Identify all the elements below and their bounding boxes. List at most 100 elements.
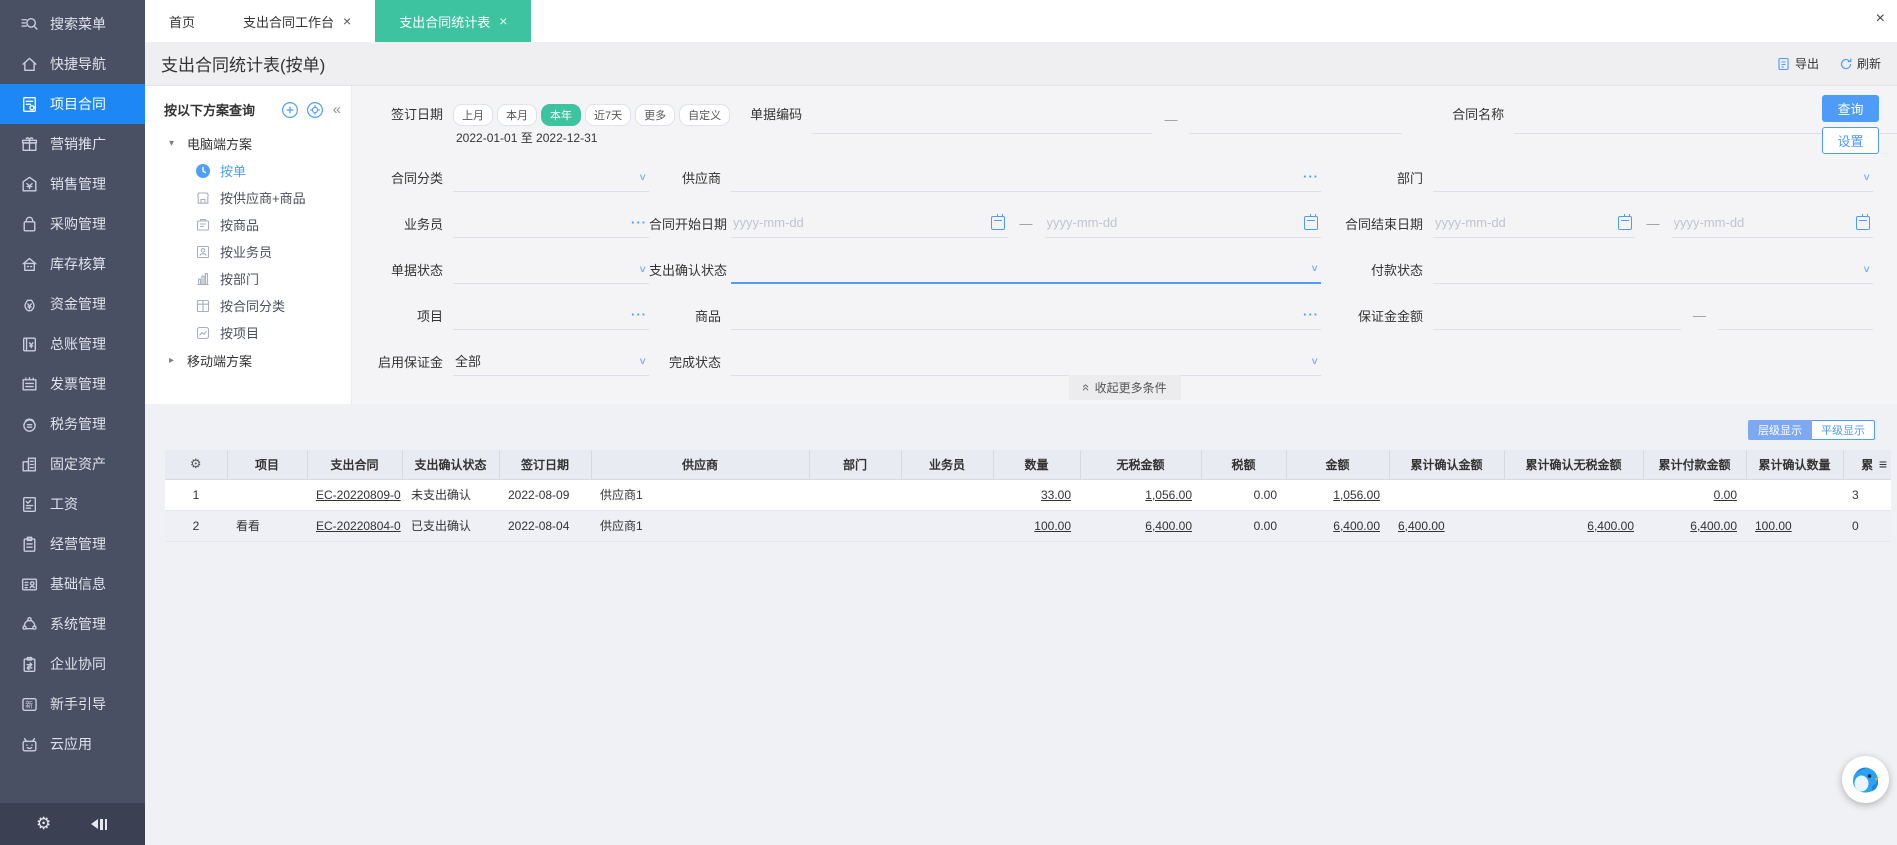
sidebar-item-operations-mgmt[interactable]: 经营管理 xyxy=(0,524,145,564)
close-icon[interactable]: × xyxy=(1876,10,1885,28)
scheme-item-by-supplier-goods[interactable]: 按供应商+商品 xyxy=(145,184,351,211)
scheme-group-collapsed[interactable]: ▸ 移动端方案 xyxy=(145,346,351,374)
contract-end-date-to-input[interactable] xyxy=(1671,215,1873,230)
cell-link[interactable]: 0.00 xyxy=(1714,488,1737,502)
cell-link[interactable]: 33.00 xyxy=(1041,488,1071,502)
settings-gear-icon[interactable]: ⚙ xyxy=(36,814,51,834)
contract-end-date-from-input[interactable] xyxy=(1433,215,1635,230)
project-input[interactable] xyxy=(453,307,649,322)
scheme-item-by-order[interactable]: 按单 xyxy=(145,157,351,184)
scheme-item-by-salesman[interactable]: 按业务员 xyxy=(145,238,351,265)
chevron-down-icon[interactable]: ∨ xyxy=(638,171,647,182)
scheme-item-by-project[interactable]: 按项目 xyxy=(145,319,351,346)
sidebar-item-beginner-guide[interactable]: 新 新手引导 xyxy=(0,684,145,724)
tab-expense-contract-workbench[interactable]: 支出合同工作台 × xyxy=(219,0,375,42)
calendar-icon[interactable] xyxy=(1304,213,1318,230)
cell-link[interactable]: 6,400.00 xyxy=(1587,519,1634,533)
sidebar-item-payroll[interactable]: 工资 xyxy=(0,484,145,524)
sidebar-item-tax-mgmt[interactable]: 税务管理 xyxy=(0,404,145,444)
cell-link[interactable]: EC-20220809-0 xyxy=(316,488,401,502)
calendar-icon[interactable] xyxy=(1617,213,1632,230)
sidebar-item-purchase-mgmt[interactable]: 采购管理 xyxy=(0,204,145,244)
calendar-icon[interactable] xyxy=(990,213,1005,230)
cell-link[interactable]: 100.00 xyxy=(1755,519,1792,533)
caret-right-icon[interactable]: ▸ xyxy=(169,355,179,366)
sidebar-item-enterprise-collab[interactable]: 企业协同 xyxy=(0,644,145,684)
calendar-icon[interactable] xyxy=(1856,213,1870,230)
column-config-icon[interactable]: ≡ xyxy=(1879,456,1887,472)
department-input[interactable] xyxy=(1433,169,1873,184)
pill-更多[interactable]: 更多 xyxy=(635,104,676,126)
pill-本年[interactable]: 本年 xyxy=(541,104,581,126)
sidebar-item-system-mgmt[interactable]: 系统管理 xyxy=(0,604,145,644)
pill-上月[interactable]: 上月 xyxy=(453,104,493,126)
expense-confirm-status-input[interactable] xyxy=(731,260,1321,276)
cell-link[interactable]: 6,400.00 xyxy=(1690,519,1737,533)
deposit-amount-to-input[interactable] xyxy=(1718,307,1873,322)
add-scheme-icon[interactable] xyxy=(281,101,299,119)
salesman-input[interactable] xyxy=(453,215,649,230)
scheme-item-by-contract-class[interactable]: 按合同分类 xyxy=(145,292,351,319)
cell-link[interactable]: 6,400.00 xyxy=(1398,519,1445,533)
sidebar-item-invoice-mgmt[interactable]: 发票管理 xyxy=(0,364,145,404)
pill-自定义[interactable]: 自定义 xyxy=(679,104,731,126)
sidebar-item-sales-mgmt[interactable]: 销售管理 xyxy=(0,164,145,204)
collapse-panel-icon[interactable]: « xyxy=(333,101,341,118)
gear-icon[interactable]: ⚙ xyxy=(190,456,202,471)
cell-link[interactable]: EC-20220804-0 xyxy=(316,519,401,533)
scheme-group-expanded[interactable]: ▾ 电脑端方案 xyxy=(145,129,351,157)
finish-status-input[interactable] xyxy=(731,353,1321,368)
scheme-item-by-department[interactable]: 按部门 xyxy=(145,265,351,292)
contract-start-date-to-input[interactable] xyxy=(1044,215,1321,230)
chevron-down-icon[interactable]: ∨ xyxy=(638,355,647,366)
cell-link[interactable]: 6,400.00 xyxy=(1145,519,1192,533)
collapse-sidebar-icon[interactable] xyxy=(91,818,108,830)
doc-code-from-input[interactable] xyxy=(812,111,1153,126)
export-button[interactable]: 导出 xyxy=(1777,55,1819,72)
contract-start-date-from-input[interactable] xyxy=(731,215,1008,230)
scheme-item-by-goods[interactable]: 按商品 xyxy=(145,211,351,238)
chevron-down-icon[interactable]: ∨ xyxy=(1310,262,1319,273)
sidebar-item-funds-mgmt[interactable]: 资金管理 xyxy=(0,284,145,324)
cell-link[interactable]: 100.00 xyxy=(1034,519,1071,533)
sidebar-item-cloud-apps[interactable]: 云应用 xyxy=(0,724,145,764)
tab-expense-contract-report[interactable]: 支出合同统计表 × xyxy=(375,0,532,42)
sidebar-item-basic-info[interactable]: 基础信息 xyxy=(0,564,145,604)
sidebar-item-project-contract[interactable]: 项目合同 xyxy=(0,84,145,124)
settings-button[interactable]: 设置 xyxy=(1822,127,1879,154)
ellipsis-picker-icon[interactable]: ··· xyxy=(1303,307,1319,322)
sidebar-item-inventory-accounting[interactable]: 库存核算 xyxy=(0,244,145,284)
ellipsis-picker-icon[interactable]: ··· xyxy=(631,215,647,230)
pill-本月[interactable]: 本月 xyxy=(497,104,537,126)
cell-link[interactable]: 6,400.00 xyxy=(1333,519,1380,533)
refresh-button[interactable]: 刷新 xyxy=(1839,55,1881,72)
chevron-down-icon[interactable]: ∨ xyxy=(638,263,647,274)
doc-status-input[interactable] xyxy=(453,261,649,276)
sidebar-item-fixed-assets[interactable]: 固定资产 xyxy=(0,444,145,484)
goods-input[interactable] xyxy=(731,307,1321,322)
tab-home[interactable]: 首页 xyxy=(145,0,219,42)
supplier-input[interactable] xyxy=(731,169,1321,184)
cell-link[interactable]: 1,056.00 xyxy=(1333,488,1380,502)
deposit-amount-from-input[interactable] xyxy=(1433,307,1681,322)
caret-down-icon[interactable]: ▾ xyxy=(169,138,179,149)
collapse-more-conditions-button[interactable]: « 收起更多条件 xyxy=(1068,375,1181,400)
ellipsis-picker-icon[interactable]: ··· xyxy=(631,307,647,322)
cell-link[interactable]: 1,056.00 xyxy=(1145,488,1192,502)
tab-close-icon[interactable]: × xyxy=(343,13,351,29)
sidebar-item-marketing[interactable]: 营销推广 xyxy=(0,124,145,164)
contract-class-input[interactable] xyxy=(453,169,649,184)
assistant-mascot[interactable] xyxy=(1842,756,1889,803)
sidebar-item-search-menu[interactable]: 搜索菜单 xyxy=(0,4,145,44)
chevron-down-icon[interactable]: ∨ xyxy=(1862,263,1871,274)
scheme-settings-icon[interactable] xyxy=(306,101,324,119)
sidebar-item-general-ledger[interactable]: 总账管理 xyxy=(0,324,145,364)
payment-status-input[interactable] xyxy=(1433,261,1873,276)
ellipsis-picker-icon[interactable]: ··· xyxy=(1303,169,1319,184)
chevron-down-icon[interactable]: ∨ xyxy=(1862,171,1871,182)
tab-close-icon[interactable]: × xyxy=(499,13,507,29)
hierarchical-view-button[interactable]: 层级显示 xyxy=(1748,420,1812,440)
flat-view-button[interactable]: 平级显示 xyxy=(1812,420,1875,440)
search-button[interactable]: 查询 xyxy=(1822,95,1879,122)
chevron-down-icon[interactable]: ∨ xyxy=(1310,355,1319,366)
